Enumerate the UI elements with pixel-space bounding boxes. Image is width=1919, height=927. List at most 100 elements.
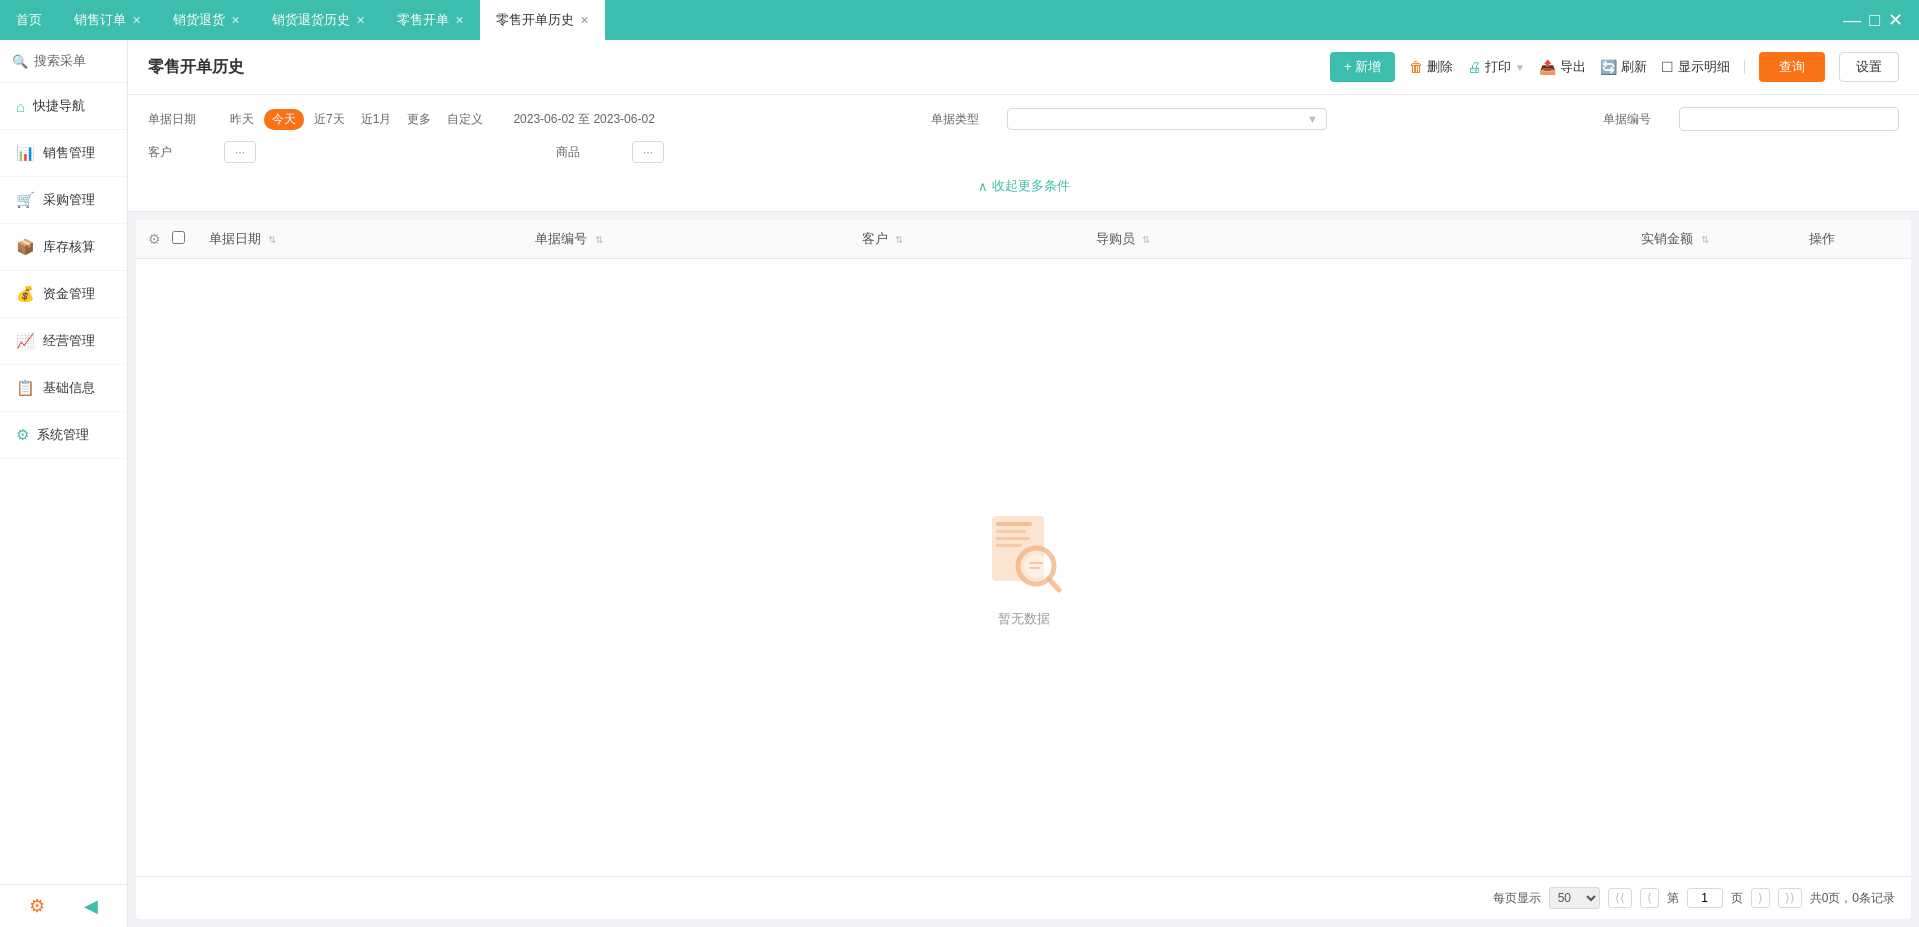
empty-icon: [974, 508, 1074, 598]
tab-sales-return[interactable]: 销货退货 ✕: [157, 0, 256, 40]
customer-select-button[interactable]: ···: [224, 141, 256, 163]
bill-type-label: 单据类型: [931, 111, 987, 128]
filter-area: 单据日期 昨天 今天 近7天 近1月 更多 自定义 2023-06-02 至 2…: [128, 95, 1919, 212]
tab-close-sales-return[interactable]: ✕: [231, 14, 240, 27]
page-suffix: 页: [1731, 890, 1743, 907]
window-close-icon[interactable]: ✕: [1888, 9, 1903, 31]
export-button[interactable]: 📤 导出: [1539, 58, 1586, 76]
column-action: 操作: [1733, 220, 1911, 259]
bill-no-input[interactable]: [1679, 107, 1899, 131]
sidebar-item-finance[interactable]: 💰 资金管理: [0, 271, 127, 318]
purchase-icon: 🛒: [16, 191, 35, 209]
last-page-button[interactable]: ⟩⟩: [1778, 888, 1802, 908]
home-icon: ⌂: [16, 98, 25, 115]
date-label: 单据日期: [148, 111, 204, 128]
settings-gear-icon[interactable]: ⚙: [148, 231, 161, 247]
minimize-icon[interactable]: —: [1843, 10, 1861, 31]
sidebar-item-system[interactable]: ⚙ 系统管理: [0, 412, 127, 459]
date-btn-7days[interactable]: 近7天: [308, 109, 351, 130]
tab-close-sales-return-history[interactable]: ✕: [356, 14, 365, 27]
sort-date-icon[interactable]: ⇅: [268, 234, 276, 245]
add-button[interactable]: + 新增: [1330, 52, 1395, 82]
goods-label: 商品: [556, 144, 612, 161]
sidebar-item-inventory[interactable]: 📦 库存核算: [0, 224, 127, 271]
date-range: 2023-06-02 至 2023-06-02: [513, 111, 654, 128]
empty-text: 暂无数据: [998, 610, 1050, 628]
print-button[interactable]: 🖨 打印 ▼: [1467, 58, 1525, 76]
svg-line-7: [1049, 579, 1059, 590]
top-bar: 首页 销售订单 ✕ 销货退货 ✕ 销货退货历史 ✕ 零售开单 ✕ 零售开单历史 …: [0, 0, 1919, 40]
date-btn-yesterday[interactable]: 昨天: [224, 109, 260, 130]
page-label: 第: [1667, 890, 1679, 907]
sort-guide-icon[interactable]: ⇅: [1142, 234, 1150, 245]
management-icon: 📈: [16, 332, 35, 350]
date-btn-custom[interactable]: 自定义: [441, 109, 489, 130]
first-page-button[interactable]: ⟨⟨: [1608, 888, 1632, 908]
sort-amount-icon[interactable]: ⇅: [1701, 234, 1709, 245]
sidebar-item-sales[interactable]: 📊 销售管理: [0, 130, 127, 177]
tab-retail-open-history[interactable]: 零售开单历史 ✕: [480, 0, 605, 40]
column-amount: 实销金额 ⇅: [1364, 220, 1733, 259]
settings-button[interactable]: 设置: [1839, 52, 1899, 82]
display-button[interactable]: ☐ 显示明细: [1661, 58, 1730, 76]
customer-label: 客户: [148, 144, 204, 161]
tab-bar: 首页 销售订单 ✕ 销货退货 ✕ 销货退货历史 ✕ 零售开单 ✕ 零售开单历史 …: [0, 0, 1827, 40]
chevron-down-icon: ▼: [1307, 113, 1318, 125]
date-btn-1month[interactable]: 近1月: [355, 109, 398, 130]
search-icon: 🔍: [12, 54, 28, 69]
tab-close-retail-open-history[interactable]: ✕: [580, 14, 589, 27]
sidebar-item-basic[interactable]: 📋 基础信息: [0, 365, 127, 412]
select-all-checkbox[interactable]: [172, 231, 185, 244]
content-area: 零售开单历史 + 新增 🗑 删除 🖨 打印 ▼ 📤 导出: [128, 40, 1919, 927]
sidebar-item-management[interactable]: 📈 经营管理: [0, 318, 127, 365]
prev-page-button[interactable]: ⟨: [1640, 888, 1659, 908]
tab-sales-order[interactable]: 销售订单 ✕: [58, 0, 157, 40]
basic-icon: 📋: [16, 379, 35, 397]
per-page-select[interactable]: 50 100: [1549, 887, 1600, 909]
delete-button[interactable]: 🗑 删除: [1409, 58, 1453, 76]
sidebar-settings-icon[interactable]: ⚙: [29, 895, 45, 917]
maximize-icon[interactable]: □: [1869, 10, 1880, 31]
date-btn-today[interactable]: 今天: [264, 109, 304, 130]
query-button[interactable]: 查询: [1759, 52, 1825, 82]
date-btn-more[interactable]: 更多: [401, 109, 437, 130]
per-page-label: 每页显示: [1493, 890, 1541, 907]
bill-type-select[interactable]: ▼: [1007, 108, 1327, 130]
refresh-button[interactable]: 🔄 刷新: [1600, 58, 1647, 76]
delete-icon: 🗑: [1409, 59, 1423, 75]
collapse-button[interactable]: ∧ 收起更多条件: [148, 173, 1899, 199]
total-label: 共0页，0条记录: [1810, 890, 1895, 907]
svg-rect-2: [996, 530, 1026, 533]
sidebar-item-quicknav[interactable]: ⌂ 快捷导航: [0, 83, 127, 130]
bill-no-label: 单据编号: [1603, 111, 1659, 128]
goods-select-button[interactable]: ···: [632, 141, 664, 163]
sidebar-search[interactable]: 🔍 搜索采单: [0, 40, 127, 83]
sidebar: 🔍 搜索采单 ⌂ 快捷导航 📊 销售管理 🛒 采购管理 📦 库存核算 💰 资金管…: [0, 40, 128, 927]
next-page-button[interactable]: ⟩: [1751, 888, 1770, 908]
system-icon: ⚙: [16, 426, 29, 444]
tab-home[interactable]: 首页: [0, 0, 58, 40]
column-customer: 客户 ⇅: [850, 220, 1084, 259]
collapse-icon: ∧: [978, 179, 988, 194]
tab-close-retail-open[interactable]: ✕: [455, 14, 464, 27]
page-input[interactable]: [1687, 888, 1723, 908]
sidebar-item-purchase[interactable]: 🛒 采购管理: [0, 177, 127, 224]
header-actions: + 新增 🗑 删除 🖨 打印 ▼ 📤 导出 🔄 刷新: [1330, 52, 1899, 82]
page-header: 零售开单历史 + 新增 🗑 删除 🖨 打印 ▼ 📤 导出: [128, 40, 1919, 95]
sort-customer-icon[interactable]: ⇅: [895, 234, 903, 245]
export-icon: 📤: [1539, 59, 1556, 75]
tab-retail-open[interactable]: 零售开单 ✕: [381, 0, 480, 40]
header-divider: [1744, 60, 1745, 74]
tab-sales-return-history[interactable]: 销货退货历史 ✕: [256, 0, 381, 40]
column-date: 单据日期 ⇅: [197, 220, 523, 259]
svg-rect-3: [996, 537, 1030, 540]
print-icon: 🖨: [1467, 59, 1481, 75]
filter-row-1: 单据日期 昨天 今天 近7天 近1月 更多 自定义 2023-06-02 至 2…: [148, 107, 1899, 131]
sidebar-collapse-icon[interactable]: ◀: [84, 895, 98, 917]
sort-billno-icon[interactable]: ⇅: [595, 234, 603, 245]
filter-row-2: 客户 ··· 商品 ···: [148, 141, 1899, 163]
column-guide: 导购员 ⇅: [1084, 220, 1364, 259]
tab-close-sales-order[interactable]: ✕: [132, 14, 141, 27]
sidebar-bottom: ⚙ ◀: [0, 884, 127, 927]
page-title: 零售开单历史: [148, 57, 244, 78]
